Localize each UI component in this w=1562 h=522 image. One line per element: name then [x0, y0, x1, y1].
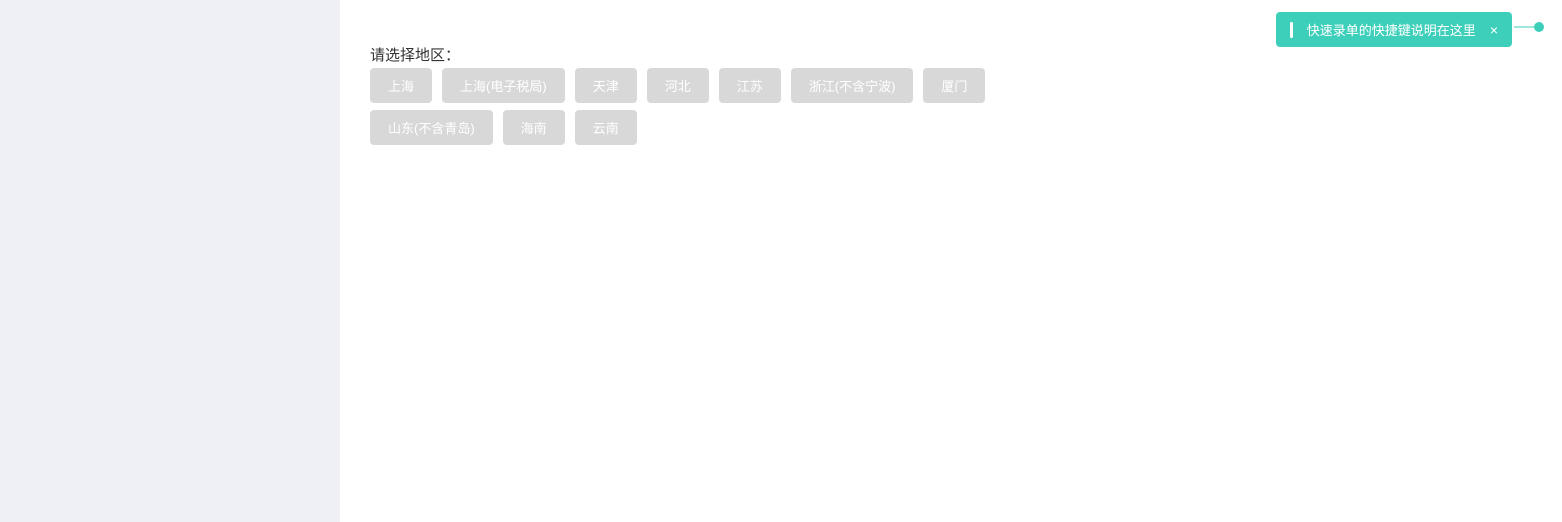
region-buttons-row2: 山东(不含青岛) 海南 云南	[370, 110, 637, 145]
tooltip-bar-decoration	[1290, 22, 1293, 38]
sidebar	[0, 0, 340, 522]
region-btn-shanghai-etax[interactable]: 上海(电子税局)	[442, 68, 565, 103]
main-content: 请选择地区： 上海 上海(电子税局) 天津 河北 江苏 浙江(不含宁波) 厦门 …	[340, 0, 1562, 522]
tooltip-close-button[interactable]: ×	[1490, 22, 1498, 38]
region-btn-shanghai[interactable]: 上海	[370, 68, 432, 103]
region-buttons-row1: 上海 上海(电子税局) 天津 河北 江苏 浙江(不含宁波) 厦门	[370, 68, 985, 103]
region-btn-xiamen[interactable]: 厦门	[923, 68, 985, 103]
region-btn-shandong[interactable]: 山东(不含青岛)	[370, 110, 493, 145]
region-btn-zhejiang[interactable]: 浙江(不含宁波)	[791, 68, 914, 103]
tooltip-banner: 快速录单的快捷键说明在这里 ×	[1276, 12, 1512, 47]
region-btn-tianjin[interactable]: 天津	[575, 68, 637, 103]
region-btn-yunnan[interactable]: 云南	[575, 110, 637, 145]
region-btn-jiangsu[interactable]: 江苏	[719, 68, 781, 103]
page-label: 请选择地区：	[370, 44, 460, 65]
region-btn-hainan[interactable]: 海南	[503, 110, 565, 145]
tooltip-text: 快速录单的快捷键说明在这里	[1307, 20, 1476, 39]
dot-indicator	[1534, 22, 1544, 32]
region-btn-hebei[interactable]: 河北	[647, 68, 709, 103]
